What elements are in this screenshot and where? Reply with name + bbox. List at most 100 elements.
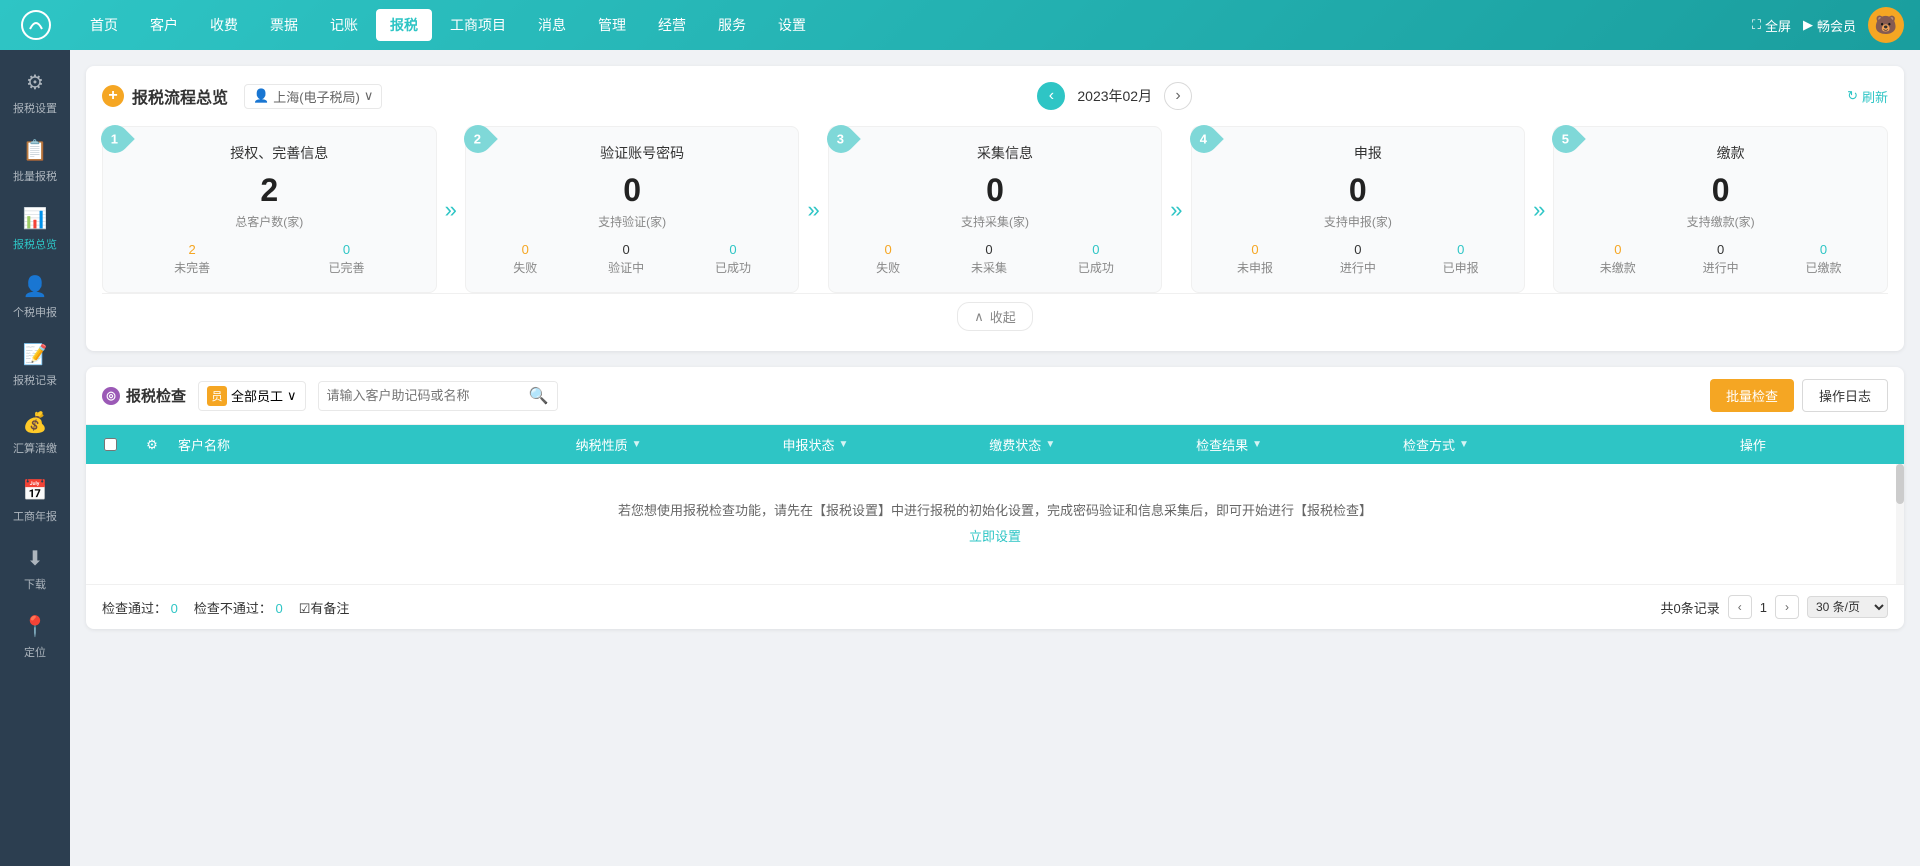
first-page-button[interactable]: ‹ — [1728, 595, 1752, 619]
nav-item-服务[interactable]: 服务 — [704, 9, 760, 41]
batch-check-button[interactable]: 批量检查 — [1710, 379, 1794, 412]
nav-item-经营[interactable]: 经营 — [644, 9, 700, 41]
operation-log-button[interactable]: 操作日志 — [1802, 379, 1888, 412]
nav-item-收费[interactable]: 收费 — [196, 9, 252, 41]
sidebar-item-工商年报[interactable]: 📅 工商年报 — [0, 466, 70, 534]
col-tax-nature[interactable]: 纳税性质 ▼ — [568, 425, 775, 464]
process-card-title: + 报税流程总览 — [102, 84, 228, 108]
step-stat: 0 已完善 — [328, 242, 364, 276]
fullscreen-icon: ⛶ — [1752, 17, 1761, 33]
step-stats: 0 失败 0 未采集 0 已成功 — [841, 242, 1150, 276]
sidebar-item-报税记录[interactable]: 📝 报税记录 — [0, 330, 70, 398]
stat-number: 0 — [343, 242, 350, 257]
sidebar-item-报税总览[interactable]: 📊 报税总览 — [0, 194, 70, 262]
location-tag[interactable]: 👤 上海(电子税局) ∨ — [244, 84, 382, 109]
sidebar-icon: ⚙ — [21, 68, 49, 96]
check-header-right: 批量检查 操作日志 — [1710, 379, 1888, 412]
step-stat: 0 失败 — [876, 242, 900, 276]
page-size-select[interactable]: 30 条/页 50 条/页 100 条/页 — [1807, 596, 1888, 618]
col-check-result[interactable]: 检查结果 ▼ — [1188, 425, 1395, 464]
sidebar-icon: 📍 — [21, 612, 49, 640]
sidebar-icon: 📝 — [21, 340, 49, 368]
stat-label: 已缴款 — [1806, 259, 1842, 276]
fullscreen-button[interactable]: ⛶ 全屏 — [1752, 16, 1791, 35]
step-card-2: 3 采集信息 0 支持采集(家) 0 失败 0 未采集 0 已成功 — [828, 126, 1163, 293]
sidebar-item-定位[interactable]: 📍 定位 — [0, 602, 70, 670]
sidebar-label: 报税总览 — [13, 236, 57, 252]
step-title: 授权、完善信息 — [115, 143, 424, 163]
search-box: 🔍 — [318, 381, 558, 411]
pass-count[interactable]: 0 — [171, 601, 178, 616]
search-button[interactable]: 🔍 — [521, 382, 557, 410]
step-count: 0 — [478, 171, 787, 209]
step-title: 申报 — [1204, 143, 1513, 163]
step-unit: 支持验证(家) — [478, 213, 787, 230]
chevron-down-icon: ∨ — [287, 388, 297, 404]
header-checkbox[interactable] — [86, 428, 134, 461]
stat-number: 2 — [189, 242, 196, 257]
filter-icon: ▼ — [1459, 439, 1469, 450]
nav-item-首页[interactable]: 首页 — [76, 9, 132, 41]
settings-header[interactable]: ⚙ — [134, 427, 170, 463]
sidebar-item-个税申报[interactable]: 👤 个税申报 — [0, 262, 70, 330]
sidebar-label: 工商年报 — [13, 508, 57, 524]
stat-number: 0 — [1354, 242, 1361, 257]
col-report-status[interactable]: 申报状态 ▼ — [774, 425, 981, 464]
sidebar-icon: ⬇ — [21, 544, 49, 572]
step-count: 2 — [115, 171, 424, 209]
step-stat: 0 已申报 — [1443, 242, 1479, 276]
nav-item-工商项目[interactable]: 工商项目 — [436, 9, 520, 41]
avatar[interactable]: 🐻 — [1868, 7, 1904, 43]
select-all-checkbox[interactable] — [104, 438, 117, 451]
check-title: ◎ 报税检查 — [102, 385, 186, 406]
scrollbar[interactable] — [1896, 464, 1904, 584]
next-month-button[interactable]: › — [1164, 82, 1192, 110]
setup-link[interactable]: 立即设置 — [969, 524, 1021, 550]
step-stats: 0 失败 0 验证中 0 已成功 — [478, 242, 787, 276]
sidebar-item-批量报税[interactable]: 📋 批量报税 — [0, 126, 70, 194]
step-count: 0 — [1566, 171, 1875, 209]
step-stat: 0 未缴款 — [1600, 242, 1636, 276]
step-unit: 支持申报(家) — [1204, 213, 1513, 230]
top-navigation: 首页客户收费票据记账报税工商项目消息管理经营服务设置 ⛶ 全屏 ▶ 畅会员 🐻 — [0, 0, 1920, 50]
scrollbar-thumb[interactable] — [1896, 464, 1904, 504]
sidebar-item-汇算清缴[interactable]: 💰 汇算清缴 — [0, 398, 70, 466]
nav-item-客户[interactable]: 客户 — [136, 9, 192, 41]
tax-check-card: ◎ 报税检查 员 全部员工 ∨ 🔍 批量检查 操作日志 — [86, 367, 1904, 629]
prev-month-button[interactable]: ‹ — [1037, 82, 1065, 110]
step-arrow-0: » — [445, 197, 457, 223]
nav-item-管理[interactable]: 管理 — [584, 9, 640, 41]
nav-item-消息[interactable]: 消息 — [524, 9, 580, 41]
step-stats: 2 未完善 0 已完善 — [115, 242, 424, 276]
nav-item-记账[interactable]: 记账 — [316, 9, 372, 41]
search-input[interactable] — [319, 384, 521, 407]
member-button[interactable]: ▶ 畅会员 — [1803, 16, 1856, 35]
sidebar-item-报税设置[interactable]: ⚙ 报税设置 — [0, 58, 70, 126]
step-title: 验证账号密码 — [478, 143, 787, 163]
next-page-button[interactable]: › — [1775, 595, 1799, 619]
nav-menu: 首页客户收费票据记账报税工商项目消息管理经营服务设置 — [76, 9, 1752, 41]
stat-number: 0 — [1717, 242, 1724, 257]
sidebar-icon: 📅 — [21, 476, 49, 504]
month-navigation: ‹ 2023年02月 › — [1037, 82, 1192, 110]
col-pay-status[interactable]: 缴费状态 ▼ — [981, 425, 1188, 464]
step-count: 0 — [841, 171, 1150, 209]
empty-message: 若您想使用报税检查功能，请先在【报税设置】中进行报税的初始化设置，完成密码验证和… — [618, 498, 1372, 524]
sidebar-item-下载[interactable]: ⬇ 下载 — [0, 534, 70, 602]
fail-count[interactable]: 0 — [276, 601, 283, 616]
step-stat: 0 进行中 — [1340, 242, 1376, 276]
stat-label: 失败 — [513, 259, 537, 276]
staff-select[interactable]: 员 全部员工 ∨ — [198, 381, 306, 411]
nav-item-设置[interactable]: 设置 — [764, 9, 820, 41]
col-check-method[interactable]: 检查方式 ▼ — [1395, 425, 1602, 464]
stat-number: 0 — [1614, 242, 1621, 257]
app-logo — [16, 5, 56, 45]
step-card-4: 5 缴款 0 支持缴款(家) 0 未缴款 0 进行中 0 已缴款 — [1553, 126, 1888, 293]
collapse-button[interactable]: ∧ 收起 — [957, 302, 1033, 331]
stat-number: 0 — [1092, 242, 1099, 257]
nav-item-票据[interactable]: 票据 — [256, 9, 312, 41]
step-arrow-3: » — [1533, 197, 1545, 223]
refresh-button[interactable]: ↻ 刷新 — [1847, 87, 1888, 106]
note-label: ☑有备注 — [299, 598, 350, 617]
nav-item-报税[interactable]: 报税 — [376, 9, 432, 41]
